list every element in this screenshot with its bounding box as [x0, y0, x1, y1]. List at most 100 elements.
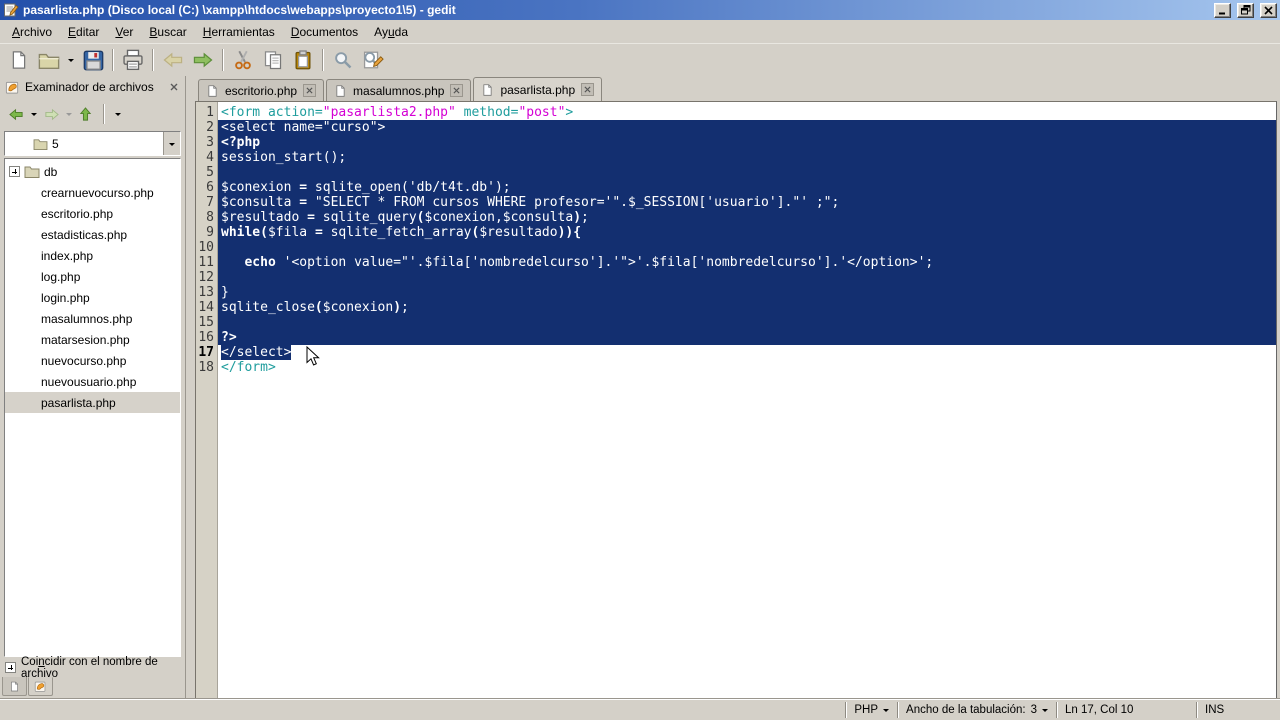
forward-button[interactable]	[41, 101, 62, 127]
forward-arrow-icon	[45, 108, 59, 120]
location-combobox[interactable]: 5	[4, 131, 181, 156]
save-button[interactable]	[78, 46, 108, 74]
document-icon	[11, 681, 18, 691]
tab-width-value: 3	[1030, 703, 1037, 716]
new-file-button[interactable]	[4, 46, 34, 74]
menu-archivo[interactable]: Archivo	[4, 23, 60, 41]
language-selector[interactable]: PHP	[845, 701, 897, 718]
location-dropdown-button[interactable]	[163, 132, 180, 155]
code-line-2[interactable]: <select name="curso">	[218, 120, 1276, 135]
close-button[interactable]	[1260, 2, 1277, 18]
tab-close-button[interactable]	[581, 83, 595, 96]
paste-button[interactable]	[288, 46, 318, 74]
back-arrow-icon	[9, 108, 23, 120]
code-line-17[interactable]: </select>	[218, 345, 1276, 360]
menu-ayuda[interactable]: Ayuda	[366, 23, 416, 41]
code-line-8[interactable]: $resultado = sqlite_query($conexion,$con…	[218, 210, 1276, 225]
tab-close-button[interactable]	[303, 84, 317, 97]
expander-icon[interactable]	[5, 662, 16, 673]
panel-splitter[interactable]	[186, 76, 195, 698]
browser-menu-dropdown[interactable]	[113, 101, 123, 127]
tree-file-masalumnos.php[interactable]: masalumnos.php	[5, 308, 180, 329]
filename-filter[interactable]: Coincidir con el nombre de archivo	[0, 655, 185, 680]
forward-dropdown[interactable]	[64, 101, 74, 127]
save-icon	[83, 50, 103, 70]
tab-masalumnos.php[interactable]: masalumnos.php	[326, 79, 472, 101]
tree-file-pasarlista.php[interactable]: pasarlista.php	[5, 392, 180, 413]
tree-file-estadisticas.php[interactable]: estadisticas.php	[5, 224, 180, 245]
open-dropdown-button[interactable]	[64, 46, 78, 74]
menu-ver[interactable]: Ver	[107, 23, 141, 41]
document-icon	[483, 83, 492, 96]
open-file-button[interactable]	[34, 46, 64, 74]
code-line-9[interactable]: while($fila = sqlite_fetch_array($result…	[218, 225, 1276, 240]
minimize-button[interactable]	[1214, 2, 1231, 18]
chevron-down-icon	[68, 59, 74, 65]
file-label: log.php	[41, 269, 81, 284]
code-line-3[interactable]: <?php	[218, 135, 1276, 150]
tab-pasarlista.php[interactable]: pasarlista.php	[473, 77, 603, 101]
text-editor[interactable]: 1 2 3 4 5 6 7 8 9 10 11 12 13 14 15 16 17 18 <form action…	[195, 101, 1277, 698]
tree-file-matarsesion.php[interactable]: matarsesion.php	[5, 329, 180, 350]
tree-file-login.php[interactable]: login.php	[5, 287, 180, 308]
code-line-6[interactable]: $conexion = sqlite_open('db/t4t.db');	[218, 180, 1276, 195]
restore-button[interactable]	[1237, 2, 1254, 18]
code-line-4[interactable]: session_start();	[218, 150, 1276, 165]
menu-documentos[interactable]: Documentos	[283, 23, 366, 41]
code-line-13[interactable]: }	[218, 285, 1276, 300]
code-line-14[interactable]: sqlite_close($conexion);	[218, 300, 1276, 315]
menu-herramientas[interactable]: Herramientas	[195, 23, 283, 41]
insert-mode-indicator: INS	[1196, 701, 1280, 718]
tree-file-nuevocurso.php[interactable]: nuevocurso.php	[5, 350, 180, 371]
main-area: Examinador de archivos 5 dbcrearnuevocu	[0, 76, 1280, 698]
code-line-16[interactable]: ?>	[218, 330, 1276, 345]
menu-editar[interactable]: Editar	[60, 23, 107, 41]
code-line-1[interactable]: <form action="pasarlista2.php" method="p…	[218, 105, 1276, 120]
title-bar[interactable]: pasarlista.php (Disco local (C:) \xampp\…	[0, 0, 1280, 20]
tree-folder-db[interactable]: db	[5, 161, 180, 182]
find-replace-button[interactable]	[358, 46, 388, 74]
documents-panel-tab[interactable]	[2, 677, 27, 696]
tree-file-nuevousuario.php[interactable]: nuevousuario.php	[5, 371, 180, 392]
toolbar-separator	[112, 49, 114, 71]
new-file-icon	[12, 51, 26, 69]
file-browser-icon	[5, 81, 19, 94]
line-number: 15	[198, 315, 214, 330]
cut-button[interactable]	[228, 46, 258, 74]
tab-close-button[interactable]	[450, 84, 464, 97]
panel-close-button[interactable]	[167, 81, 180, 94]
find-button[interactable]	[328, 46, 358, 74]
tree-file-log.php[interactable]: log.php	[5, 266, 180, 287]
line-number: 17	[198, 345, 214, 360]
code-line-12[interactable]	[218, 270, 1276, 285]
undo-button[interactable]	[158, 46, 188, 74]
up-button[interactable]	[76, 101, 95, 127]
code-line-18[interactable]: </form>	[218, 360, 1276, 375]
panel-title: Examinador de archivos	[25, 80, 154, 94]
back-dropdown[interactable]	[29, 101, 39, 127]
filter-label: Coincidir con el nombre de archivo	[21, 655, 158, 680]
tab-escritorio.php[interactable]: escritorio.php	[198, 79, 325, 101]
code-line-11[interactable]: echo '<option value="'.$fila['nombredelc…	[218, 255, 1276, 270]
code-lines[interactable]: <form action="pasarlista2.php" method="p…	[218, 102, 1276, 698]
file-label: masalumnos.php	[41, 311, 133, 326]
code-line-7[interactable]: $consulta = "SELECT * FROM cursos WHERE …	[218, 195, 1276, 210]
tree-file-index.php[interactable]: index.php	[5, 245, 180, 266]
tree-file-escritorio.php[interactable]: escritorio.php	[5, 203, 180, 224]
tab-width-selector[interactable]: Ancho de la tabulación: 3	[897, 701, 1056, 718]
code-line-10[interactable]	[218, 240, 1276, 255]
back-button[interactable]	[6, 101, 27, 127]
chevron-down-icon	[169, 142, 175, 149]
redo-button[interactable]	[188, 46, 218, 74]
search-replace-icon	[363, 51, 384, 69]
line-number: 11	[198, 255, 214, 270]
code-line-15[interactable]	[218, 315, 1276, 330]
copy-button[interactable]	[258, 46, 288, 74]
menu-buscar[interactable]: Buscar	[141, 23, 194, 41]
tree-file-crearnuevocurso.php[interactable]: crearnuevocurso.php	[5, 182, 180, 203]
code-line-5[interactable]	[218, 165, 1276, 180]
expander-icon[interactable]	[9, 166, 20, 177]
print-button[interactable]	[118, 46, 148, 74]
location-value-area: 5	[5, 137, 163, 151]
file-browser-panel-tab[interactable]	[28, 677, 53, 696]
